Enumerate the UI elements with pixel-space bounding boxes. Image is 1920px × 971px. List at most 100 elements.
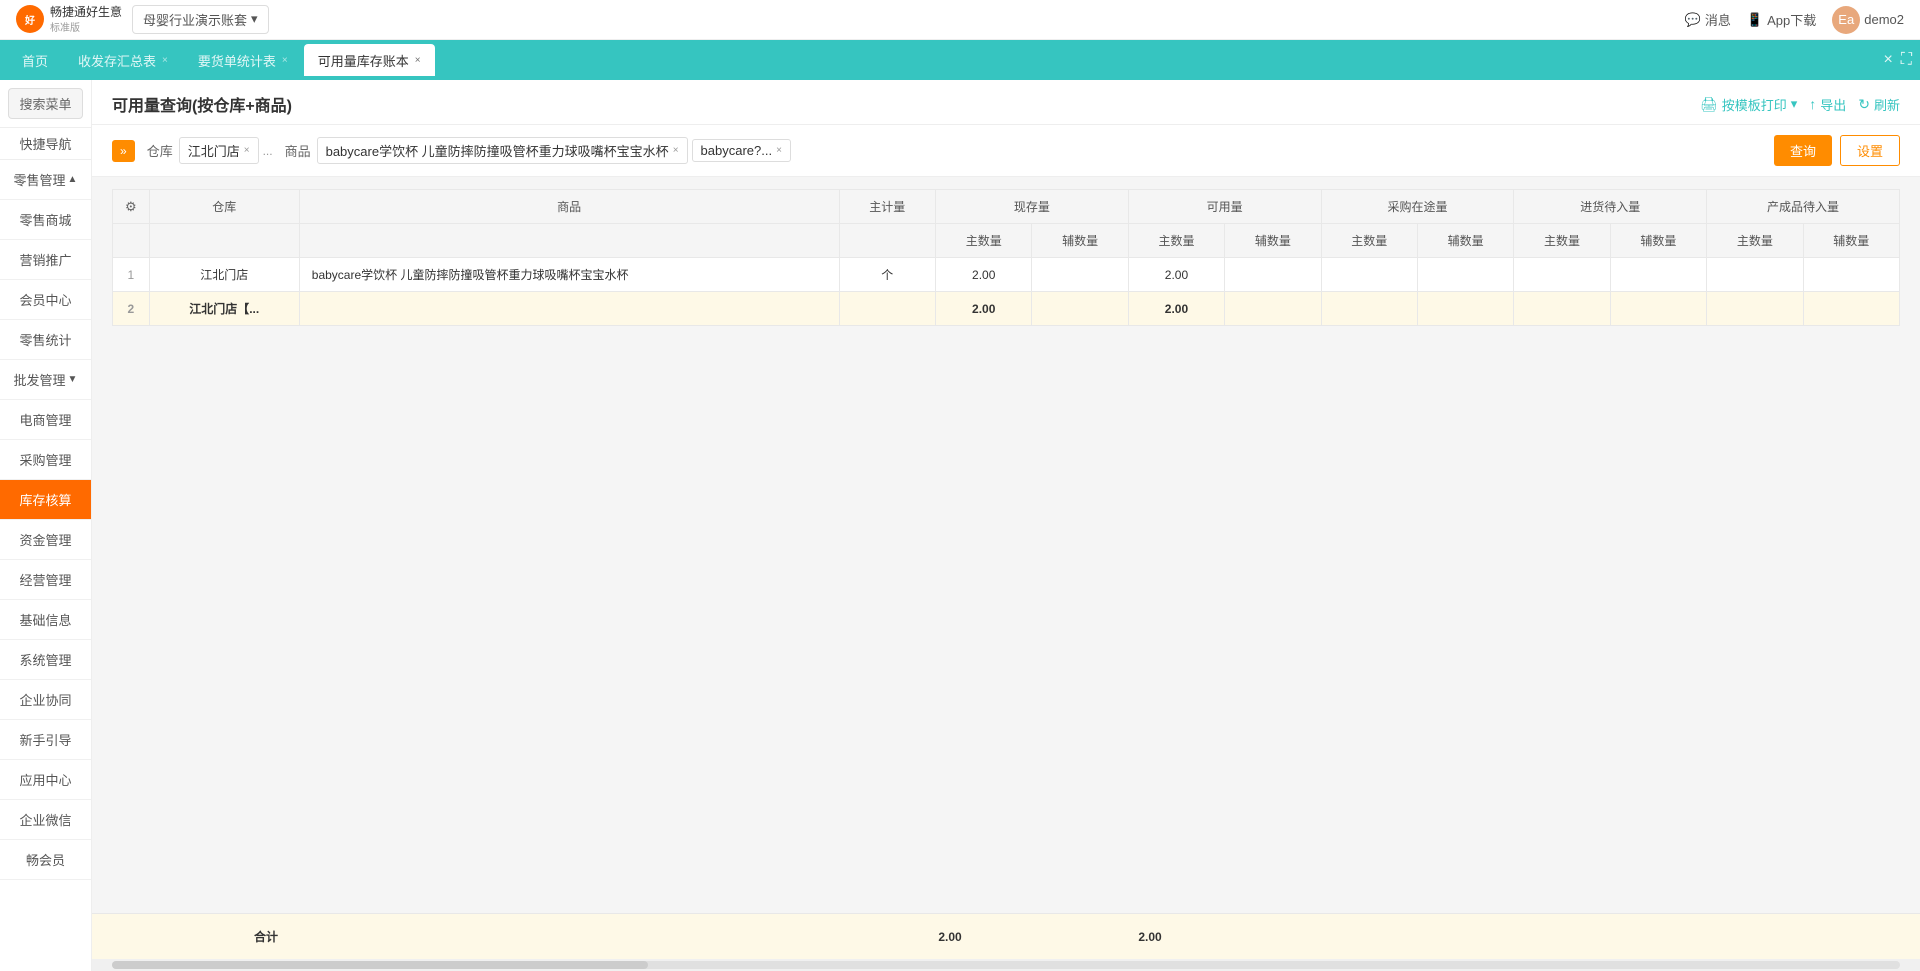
sidebar-item-member[interactable]: 畅会员	[0, 840, 91, 880]
sidebar-item-new-guide-label: 新手引导	[19, 730, 71, 749]
row-pp-main-1	[1514, 258, 1610, 292]
remove-goods2-icon[interactable]: ×	[776, 145, 782, 156]
maximize-icon[interactable]: ⛶	[1901, 51, 1912, 69]
warehouse-more[interactable]: ...	[263, 144, 273, 158]
scroll-thumb[interactable]	[112, 961, 648, 969]
warehouse-tags: 江北门店 × ...	[179, 137, 273, 164]
footer-empty-9	[1800, 922, 1900, 951]
row-current-sub-2	[1032, 292, 1128, 326]
row-unit-2	[839, 292, 935, 326]
th-empty-2	[149, 224, 299, 258]
row-prodp-main-1	[1707, 258, 1803, 292]
tab-receipts[interactable]: 收发存汇总表 ×	[64, 44, 182, 76]
row-index-2: 2	[113, 292, 150, 326]
footer-empty-2	[142, 922, 242, 951]
sidebar-item-enterprise-collab[interactable]: 企业协同	[0, 680, 91, 720]
chevron-down-print-icon: ▾	[1791, 96, 1798, 112]
sidebar-item-wholesale-mgmt[interactable]: 批发管理 ▼	[0, 360, 91, 400]
footer-empty-8	[1700, 922, 1800, 951]
sidebar-item-enterprise-collab-label: 企业协同	[19, 690, 71, 709]
settings-btn[interactable]: 设置	[1840, 135, 1900, 166]
sidebar-item-sys-mgmt[interactable]: 系统管理	[0, 640, 91, 680]
th-current-sub: 辅数量	[1032, 224, 1128, 258]
sidebar-item-retail-mall[interactable]: 零售商城	[0, 200, 91, 240]
query-btn[interactable]: 查询	[1774, 135, 1832, 166]
sidebar-item-basic-info[interactable]: 基础信息	[0, 600, 91, 640]
warehouse-label: 仓库	[147, 141, 173, 160]
scroll-track	[112, 961, 1900, 969]
row-current-sub-1	[1032, 258, 1128, 292]
row-available-sub-1	[1225, 258, 1321, 292]
row-pp-sub-1	[1610, 258, 1706, 292]
print-btn[interactable]: 🖨 按模板打印 ▾	[1700, 95, 1797, 114]
tab-home-label: 首页	[22, 51, 48, 70]
sidebar-item-retail-mgmt[interactable]: 零售管理 ▲	[0, 160, 91, 200]
app-download-btn[interactable]: 📱 App下载	[1747, 10, 1816, 29]
export-btn[interactable]: ↑ 导出	[1809, 95, 1846, 114]
th-available: 可用量	[1128, 190, 1321, 224]
sidebar-item-basic-info-label: 基础信息	[19, 610, 71, 629]
goods-label: 商品	[285, 141, 311, 160]
goods-tag-1[interactable]: babycare学饮杯 儿童防摔防撞吸管杯重力球吸嘴杯宝宝水杯 ×	[317, 137, 688, 164]
refresh-icon: ↻	[1858, 96, 1870, 113]
sidebar-item-marketing[interactable]: 营销推广	[0, 240, 91, 280]
sidebar-item-inventory-mgmt[interactable]: 库存核算	[0, 480, 91, 520]
th-pt-main: 主数量	[1321, 224, 1417, 258]
horizontal-scrollbar[interactable]	[92, 959, 1920, 971]
th-empty-3	[299, 224, 839, 258]
message-icon: 💬	[1685, 12, 1701, 28]
warehouse-filter-group: 仓库 江北门店 × ...	[147, 137, 273, 164]
sidebar-item-wholesale-mgmt-label: 批发管理	[14, 370, 66, 389]
sidebar-item-member-center[interactable]: 会员中心	[0, 280, 91, 320]
close-inventory-icon[interactable]: ×	[415, 55, 421, 66]
sidebar-item-purchase-mgmt[interactable]: 采购管理	[0, 440, 91, 480]
th-goods: 商品	[299, 190, 839, 224]
row-pt-sub-1	[1417, 258, 1513, 292]
sidebar-item-enterprise-wechat[interactable]: 企业微信	[0, 800, 91, 840]
logo-sub: 标准版	[50, 19, 122, 34]
th-purchase-pending: 进货待入量	[1514, 190, 1707, 224]
row-current-main-1: 2.00	[936, 258, 1032, 292]
sidebar-item-app-center-label: 应用中心	[19, 770, 71, 789]
table-row-subtotal: 2 江北门店【... 2.00 2.00	[113, 292, 1900, 326]
sidebar-item-new-guide[interactable]: 新手引导	[0, 720, 91, 760]
tab-home[interactable]: 首页	[8, 44, 62, 76]
filter-expand-btn[interactable]: »	[112, 140, 135, 162]
tab-inventory[interactable]: 可用量库存账本 ×	[304, 44, 435, 76]
goods-filter-group: 商品 babycare学饮杯 儿童防摔防撞吸管杯重力球吸嘴杯宝宝水杯 × bab…	[285, 137, 791, 164]
th-current-main: 主数量	[936, 224, 1032, 258]
sidebar-item-finance-mgmt[interactable]: 资金管理	[0, 520, 91, 560]
footer-empty-7	[1600, 922, 1700, 951]
goods-tag-2[interactable]: babycare?... ×	[692, 139, 791, 162]
user-profile-btn[interactable]: Ea demo2	[1832, 6, 1904, 34]
search-menu-btn[interactable]: 搜索菜单	[8, 88, 83, 119]
th-prodp-sub: 辅数量	[1803, 224, 1899, 258]
sidebar-item-retail-stats[interactable]: 零售统计	[0, 320, 91, 360]
footer-empty-4	[1300, 922, 1400, 951]
refresh-btn[interactable]: ↻ 刷新	[1858, 95, 1900, 114]
row-index-1: 1	[113, 258, 150, 292]
message-btn[interactable]: 💬 消息	[1685, 10, 1731, 29]
page-title: 可用量查询(按仓库+商品)	[112, 92, 292, 116]
avatar: Ea	[1832, 6, 1860, 34]
close-receipts-icon[interactable]: ×	[162, 55, 168, 66]
tab-orders[interactable]: 要货单统计表 ×	[184, 44, 302, 76]
sidebar-item-app-center[interactable]: 应用中心	[0, 760, 91, 800]
warehouse-tag[interactable]: 江北门店 ×	[179, 137, 259, 164]
industry-selector[interactable]: 母婴行业演示账套 ▾	[132, 5, 269, 34]
table-footer: 合计 2.00 2.00	[92, 913, 1920, 959]
remove-goods1-icon[interactable]: ×	[673, 145, 679, 156]
footer-empty-3	[820, 922, 900, 951]
remove-warehouse-icon[interactable]: ×	[244, 145, 250, 156]
th-available-sub: 辅数量	[1225, 224, 1321, 258]
page-header: 可用量查询(按仓库+商品) 🖨 按模板打印 ▾ ↑ 导出 ↻ 刷新	[92, 80, 1920, 125]
th-prodp-main: 主数量	[1707, 224, 1803, 258]
quick-nav-btn[interactable]: 快捷导航	[0, 128, 91, 160]
sidebar-item-ops-mgmt[interactable]: 经营管理	[0, 560, 91, 600]
column-settings-icon[interactable]: ⚙	[125, 199, 137, 214]
row-available-sub-2	[1225, 292, 1321, 326]
close-orders-icon[interactable]: ×	[282, 55, 288, 66]
sidebar-item-ecommerce-mgmt[interactable]: 电商管理	[0, 400, 91, 440]
tab-receipts-label: 收发存汇总表	[78, 51, 156, 70]
close-all-icon[interactable]: ×	[1883, 51, 1892, 69]
